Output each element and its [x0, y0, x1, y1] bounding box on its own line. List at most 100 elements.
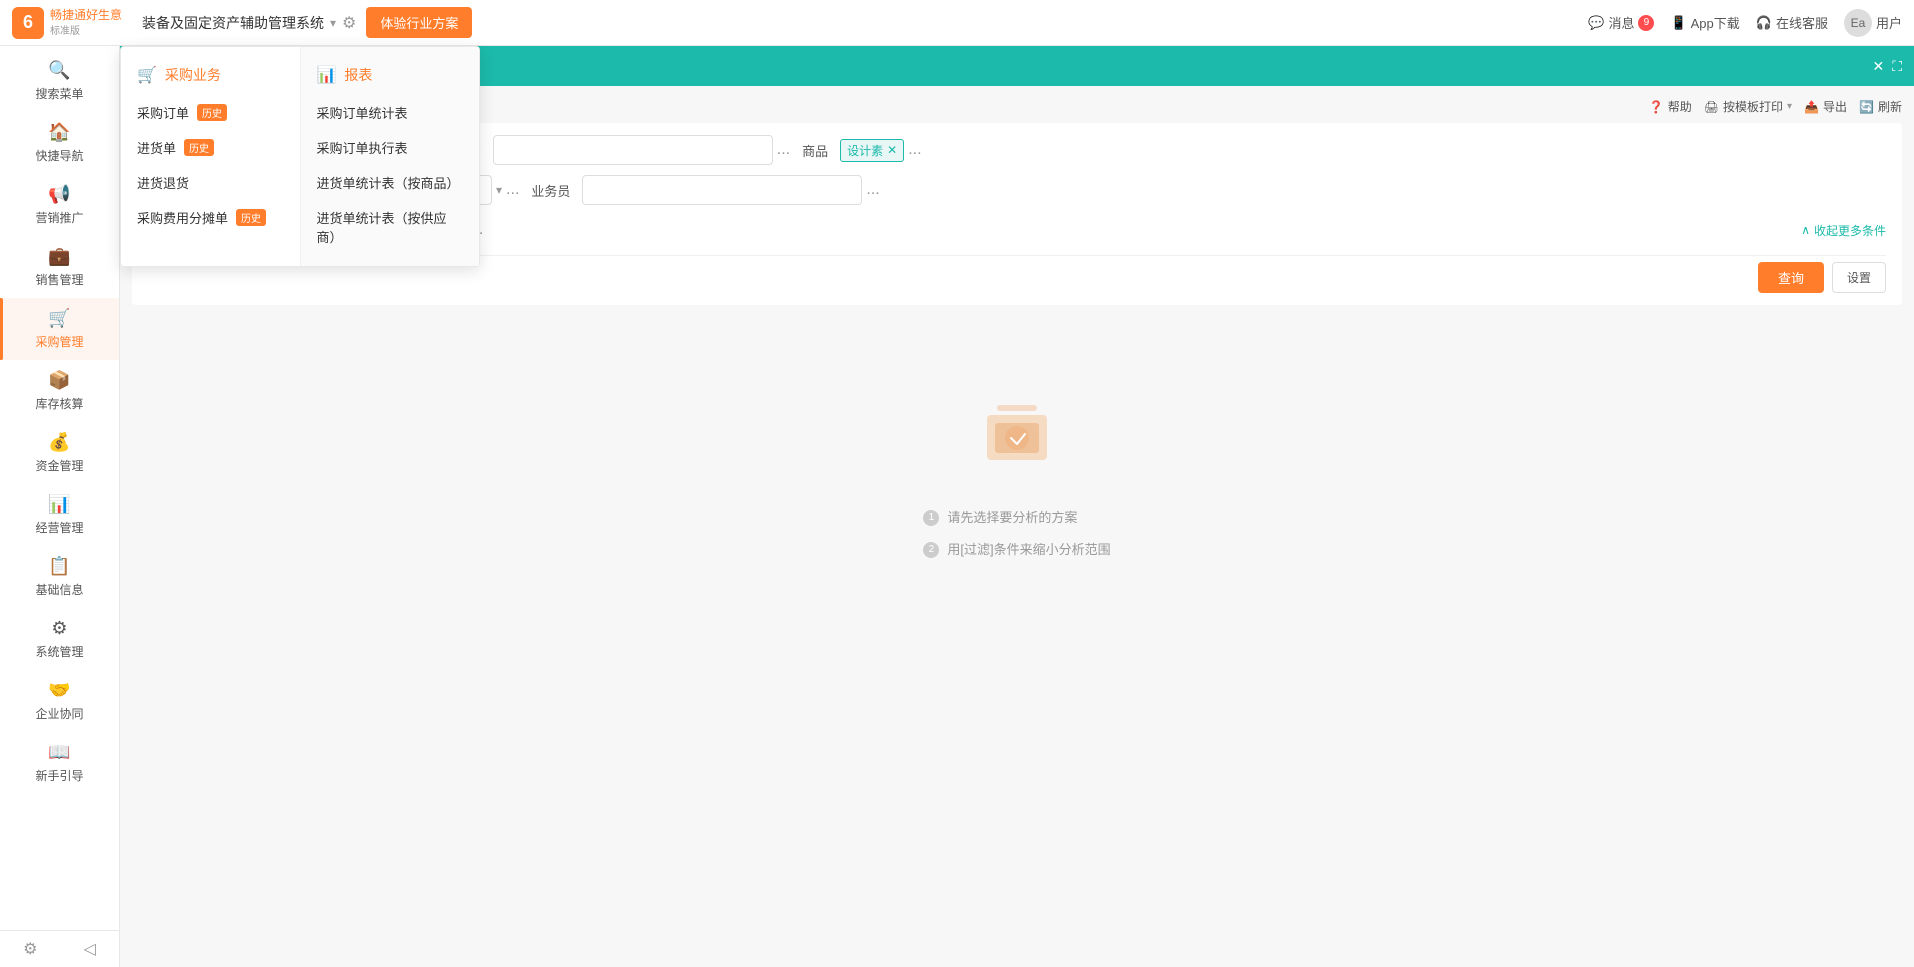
empty-tip1: 请先选择要分析的方案	[947, 505, 1077, 531]
menu-item-purchase-order[interactable]: 采购订单 历史	[121, 95, 300, 130]
app-download-label: App下载	[1691, 13, 1740, 32]
user-btn[interactable]: Ea 用户	[1844, 9, 1902, 37]
doc-status-input[interactable]	[493, 135, 773, 165]
sidebar-item-finance[interactable]: 💰 资金管理	[0, 422, 119, 484]
sidebar-label-search: 搜索菜单	[35, 85, 83, 102]
tab-close-btn[interactable]: ✕	[1872, 58, 1884, 75]
refresh-icon: 🔄	[1859, 100, 1874, 114]
sidebar-item-quick-nav[interactable]: 🏠 快捷导航	[0, 112, 119, 174]
menu-item-order-exec[interactable]: 采购订单执行表	[301, 130, 480, 165]
empty-illustration	[967, 395, 1067, 489]
sidebar-item-purchase[interactable]: 🛒 采购管理	[0, 298, 119, 360]
rank-dots[interactable]: ...	[506, 181, 519, 199]
online-service-btn[interactable]: 🎧 在线客服	[1756, 13, 1828, 32]
purchase-menu-title: 采购业务	[165, 65, 221, 85]
reports-menu-title: 报表	[344, 65, 372, 85]
menu-col-purchase: 🛒 采购业务 采购订单 历史 进货单 历史 进货退货 采购费用分摊单 历史	[121, 47, 300, 266]
sidebar-label-finance: 资金管理	[35, 457, 83, 474]
salesperson-input[interactable]	[582, 175, 862, 205]
print-btn[interactable]: 🖨 按模板打印 ▾	[1704, 98, 1792, 115]
order-stats-label: 采购订单统计表	[317, 103, 408, 122]
sidebar-item-marketing[interactable]: 📢 营销推广	[0, 174, 119, 236]
sidebar-item-sales[interactable]: 💼 销售管理	[0, 236, 119, 298]
system-dropdown-arrow[interactable]: ▾	[330, 16, 336, 30]
incoming-history: 历史	[184, 139, 214, 156]
export-btn[interactable]: 📤 导出	[1804, 98, 1847, 115]
expense-label: 采购费用分摊单	[137, 208, 228, 227]
message-btn[interactable]: 💬 消息 9	[1588, 13, 1654, 32]
sidebar-bottom: ⚙ ◁	[0, 930, 119, 967]
sidebar-collapse-btn[interactable]: ◁	[84, 939, 96, 959]
sales-icon: 💼	[48, 246, 70, 267]
menu-item-incoming-stats-supplier[interactable]: 进货单统计表（按供应商）	[301, 200, 480, 254]
menu-item-incoming[interactable]: 进货单 历史	[121, 130, 300, 165]
sidebar-label-system: 系统管理	[35, 643, 83, 660]
purchase-menu-icon: 🛒	[137, 65, 157, 85]
goods-selected-text: 设计素	[847, 142, 883, 159]
sidebar-item-cooperation[interactable]: 🤝 企业协同	[0, 670, 119, 732]
tab-fullscreen-btn[interactable]: ⛶	[1892, 58, 1902, 75]
salesperson-dots[interactable]: ...	[866, 181, 879, 199]
menu-item-order-stats[interactable]: 采购订单统计表	[301, 95, 480, 130]
setting-btn[interactable]: 设置	[1832, 262, 1886, 293]
collapse-arrow-icon: ∧	[1801, 223, 1810, 237]
menu-col-purchase-header: 🛒 采购业务	[121, 59, 300, 95]
brand-info: 畅捷通好生意 标准版	[50, 8, 122, 37]
sidebar-item-operations[interactable]: 📊 经营管理	[0, 484, 119, 546]
menu-item-incoming-stats-goods[interactable]: 进货单统计表（按商品）	[301, 165, 480, 200]
sidebar-item-search[interactable]: 🔍 搜索菜单	[0, 50, 119, 112]
topbar-right: 💬 消息 9 📱 App下载 🎧 在线客服 Ea 用户	[1588, 9, 1902, 37]
user-label: 用户	[1876, 13, 1902, 32]
topbar-left: 6 畅捷通好生意 标准版 装备及固定资产辅助管理系统 ▾ ⚙ 体验行业方案	[12, 7, 472, 39]
purchase-dropdown-menu: 🛒 采购业务 采购订单 历史 进货单 历史 进货退货 采购费用分摊单 历史 📊 …	[120, 46, 480, 267]
topbar-settings-icon[interactable]: ⚙	[342, 13, 356, 33]
incoming-stats-goods-label: 进货单统计表（按商品）	[317, 173, 460, 192]
home-icon: 🏠	[48, 122, 70, 143]
sidebar-settings-btn[interactable]: ⚙	[23, 939, 37, 959]
sidebar-item-guide[interactable]: 📖 新手引导	[0, 732, 119, 794]
salesperson-area: ...	[582, 175, 879, 205]
goods-tag-close[interactable]: ✕	[887, 143, 897, 157]
refresh-btn[interactable]: 🔄 刷新	[1859, 98, 1902, 115]
help-btn[interactable]: ❓ 帮助	[1649, 98, 1692, 115]
headset-icon: 🎧	[1756, 15, 1772, 31]
system-title-text: 装备及固定资产辅助管理系统	[142, 13, 324, 33]
logo-area: 6 畅捷通好生意 标准版	[12, 7, 132, 39]
print-dropdown[interactable]: ▾	[1787, 101, 1792, 112]
sidebar-item-system[interactable]: ⚙ 系统管理	[0, 608, 119, 670]
sidebar-item-basic[interactable]: 📋 基础信息	[0, 546, 119, 608]
sidebar-item-inventory[interactable]: 📦 库存核算	[0, 360, 119, 422]
menu-item-expense[interactable]: 采购费用分摊单 历史	[121, 200, 300, 235]
refresh-label: 刷新	[1878, 98, 1902, 115]
sidebar-label-operations: 经营管理	[35, 519, 83, 536]
help-label: 帮助	[1668, 98, 1692, 115]
app-download-btn[interactable]: 📱 App下载	[1670, 13, 1739, 32]
menu-item-return[interactable]: 进货退货	[121, 165, 300, 200]
active-bar	[0, 298, 3, 360]
goods-area: 设计素 ✕ ...	[840, 139, 921, 162]
collapse-btn[interactable]: ∧ 收起更多条件	[1801, 222, 1886, 239]
guide-icon: 📖	[48, 742, 70, 763]
system-icon: ⚙	[51, 618, 67, 639]
sidebar-label-quick-nav: 快捷导航	[35, 147, 83, 164]
return-label: 进货退货	[137, 173, 189, 192]
inventory-icon: 📦	[48, 370, 70, 391]
order-exec-label: 采购订单执行表	[317, 138, 408, 157]
incoming-stats-supplier-label: 进货单统计表（按供应商）	[317, 208, 464, 246]
empty-tip2: 用[过滤]条件来缩小分析范围	[947, 537, 1110, 563]
sidebar-label-inventory: 库存核算	[35, 395, 83, 412]
search-icon: 🔍	[48, 60, 70, 81]
system-title-area: 装备及固定资产辅助管理系统 ▾ ⚙	[142, 13, 356, 33]
industry-btn[interactable]: 体验行业方案	[366, 7, 472, 38]
doc-status-area: ...	[493, 135, 790, 165]
query-btn[interactable]: 查询	[1758, 262, 1824, 293]
goods-dots[interactable]: ...	[908, 141, 921, 159]
cooperation-icon: 🤝	[48, 680, 70, 701]
doc-status-dots[interactable]: ...	[777, 141, 790, 159]
sidebar-label-purchase: 采购管理	[35, 333, 83, 350]
message-badge: 9	[1638, 15, 1654, 31]
rank-dropdown-icon[interactable]: ▾	[496, 183, 502, 197]
sidebar-label-guide: 新手引导	[35, 767, 83, 784]
menu-col-reports: 📊 报表 采购订单统计表 采购订单执行表 进货单统计表（按商品） 进货单统计表（…	[300, 47, 480, 266]
message-label: 消息	[1608, 13, 1634, 32]
